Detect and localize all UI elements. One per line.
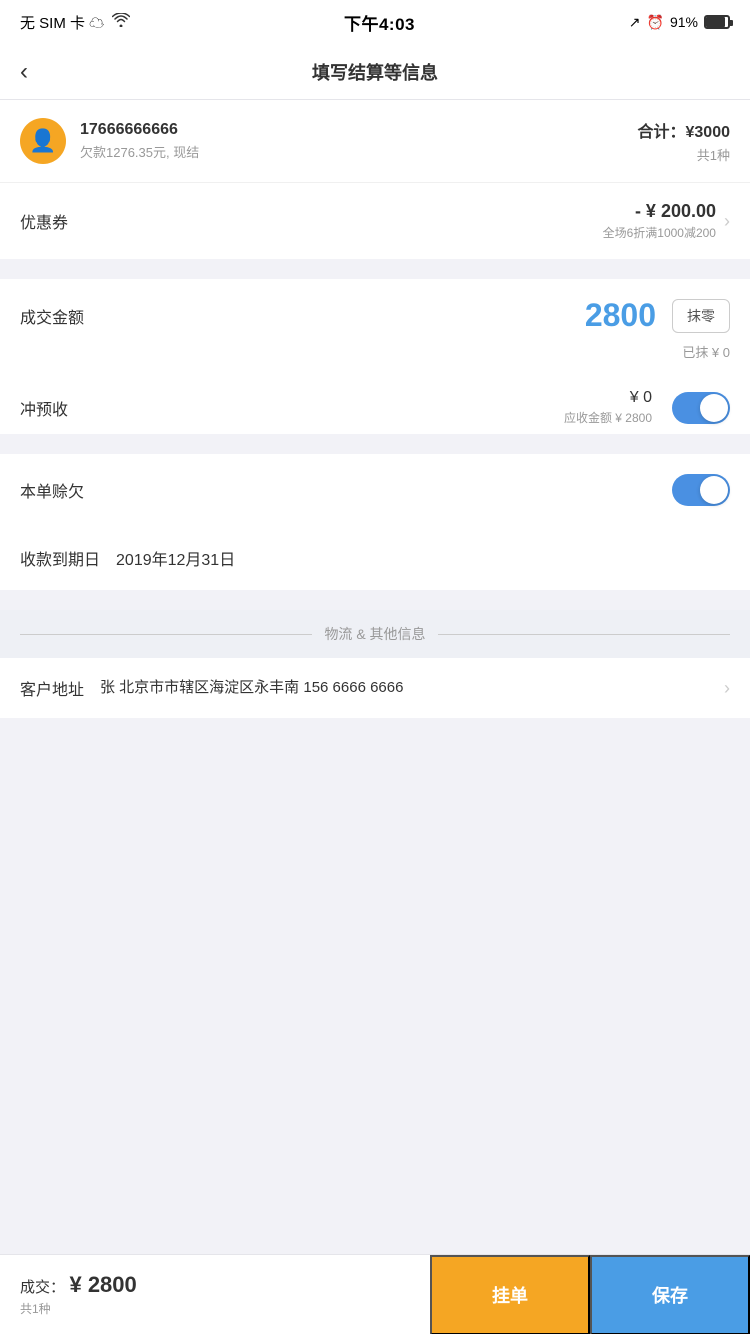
battery-label: 91% — [670, 14, 698, 30]
coupon-desc: 全场6折满1000减200 — [603, 224, 716, 241]
due-date-row: 收款到期日 2019年12月31日 — [0, 526, 750, 590]
total-count: 共1种 — [638, 145, 731, 164]
no-sim-label: 无 SIM 卡 ☁ — [20, 12, 104, 33]
due-date-value: 2019年12月31日 — [116, 546, 235, 570]
user-info-section: 👤 17666666666 欠款1276.35元, 现结 合计：¥3000 共1… — [0, 100, 750, 259]
total-amount: 合计：¥3000 — [638, 118, 731, 142]
amount-row: 成交金额 2800 抹零 — [0, 279, 750, 342]
sep-line-left — [20, 634, 312, 635]
bottom-summary: 成交： ¥ 2800 共1种 — [0, 1272, 430, 1317]
status-time: 下午4:03 — [344, 10, 415, 35]
coupon-chevron-icon: › — [724, 211, 730, 232]
deal-amount-section: 成交金额 2800 抹零 已抹 ¥ 0 冲预收 ¥ 0 应收金额 ¥ 2800 — [0, 279, 750, 434]
coupon-discount: - ¥ 200.00 — [603, 201, 716, 222]
bottom-spacer — [0, 728, 750, 848]
page-title: 填写结算等信息 — [312, 59, 438, 85]
wifi-icon — [112, 13, 130, 31]
status-right: ↗ ⏰ 91% — [629, 14, 730, 31]
credit-label: 本单赊欠 — [20, 478, 84, 502]
user-debt: 欠款1276.35元, 现结 — [80, 142, 638, 161]
coupon-row[interactable]: 优惠券 - ¥ 200.00 全场6折满1000减200 › — [0, 183, 750, 259]
bottom-count: 共1种 — [20, 1300, 410, 1317]
divider-2 — [0, 444, 750, 454]
credit-row: 本单赊欠 — [0, 454, 750, 526]
user-total: 合计：¥3000 共1种 — [638, 118, 731, 164]
hold-button[interactable]: 挂单 — [430, 1255, 590, 1334]
deal-amount-label: 成交金额 — [20, 304, 84, 328]
user-row: 👤 17666666666 欠款1276.35元, 现结 合计：¥3000 共1… — [0, 100, 750, 183]
address-row[interactable]: 客户地址 张 北京市市辖区海淀区永丰南 156 6666 6666 › — [0, 658, 750, 718]
divider-1 — [0, 269, 750, 279]
prepay-amount: ¥ 0 — [564, 389, 652, 407]
credit-toggle[interactable] — [672, 474, 730, 506]
bottom-deal-row: 成交： ¥ 2800 — [20, 1272, 410, 1298]
coupon-right: - ¥ 200.00 全场6折满1000减200 › — [603, 201, 730, 241]
prepay-sub: 应收金额 ¥ 2800 — [564, 409, 652, 426]
address-chevron-icon: › — [724, 678, 730, 699]
avatar: 👤 — [20, 118, 66, 164]
credit-toggle-thumb — [700, 476, 728, 504]
bottom-deal-label: 成交： — [20, 1279, 65, 1296]
alarm-icon: ⏰ — [647, 14, 664, 31]
battery-icon — [704, 15, 730, 29]
save-button[interactable]: 保存 — [590, 1255, 750, 1334]
coupon-value-wrap: - ¥ 200.00 全场6折满1000减200 — [603, 201, 716, 241]
amount-right: 2800 抹零 — [585, 297, 730, 334]
logistics-sep-text: 物流 & 其他信息 — [312, 624, 437, 644]
location-icon: ↗ — [629, 14, 641, 31]
user-info: 17666666666 欠款1276.35元, 现结 — [80, 121, 638, 161]
divider-3 — [0, 600, 750, 610]
amount-sub-text: 已抹 ¥ 0 — [0, 342, 750, 375]
bottom-bar: 成交： ¥ 2800 共1种 挂单 保存 — [0, 1254, 750, 1334]
deal-amount-value: 2800 — [585, 297, 656, 334]
prepay-toggle[interactable] — [672, 392, 730, 424]
due-date-label: 收款到期日 — [20, 546, 100, 570]
bottom-amount: ¥ 2800 — [69, 1272, 136, 1297]
coupon-label: 优惠券 — [20, 209, 68, 233]
logistics-separator: 物流 & 其他信息 — [0, 610, 750, 658]
status-bar: 无 SIM 卡 ☁ 下午4:03 ↗ ⏰ 91% — [0, 0, 750, 44]
address-value: 张 北京市市辖区海淀区永丰南 156 6666 6666 — [100, 677, 716, 700]
prepay-row: 冲预收 ¥ 0 应收金额 ¥ 2800 — [0, 375, 750, 434]
prepay-right: ¥ 0 应收金额 ¥ 2800 — [564, 389, 730, 426]
prepay-label: 冲预收 — [20, 396, 68, 420]
nav-bar: ‹ 填写结算等信息 — [0, 44, 750, 100]
sep-line-right — [438, 634, 730, 635]
address-section: 客户地址 张 北京市市辖区海淀区永丰南 156 6666 6666 › — [0, 658, 750, 718]
user-phone: 17666666666 — [80, 121, 638, 139]
address-label: 客户地址 — [20, 676, 84, 700]
toggle-thumb — [700, 394, 728, 422]
prepay-value-col: ¥ 0 应收金额 ¥ 2800 — [564, 389, 652, 426]
back-button[interactable]: ‹ — [20, 58, 28, 86]
status-left: 无 SIM 卡 ☁ — [20, 12, 130, 33]
round-button[interactable]: 抹零 — [672, 299, 730, 333]
credit-section: 本单赊欠 收款到期日 2019年12月31日 — [0, 454, 750, 590]
avatar-icon: 👤 — [29, 128, 56, 154]
